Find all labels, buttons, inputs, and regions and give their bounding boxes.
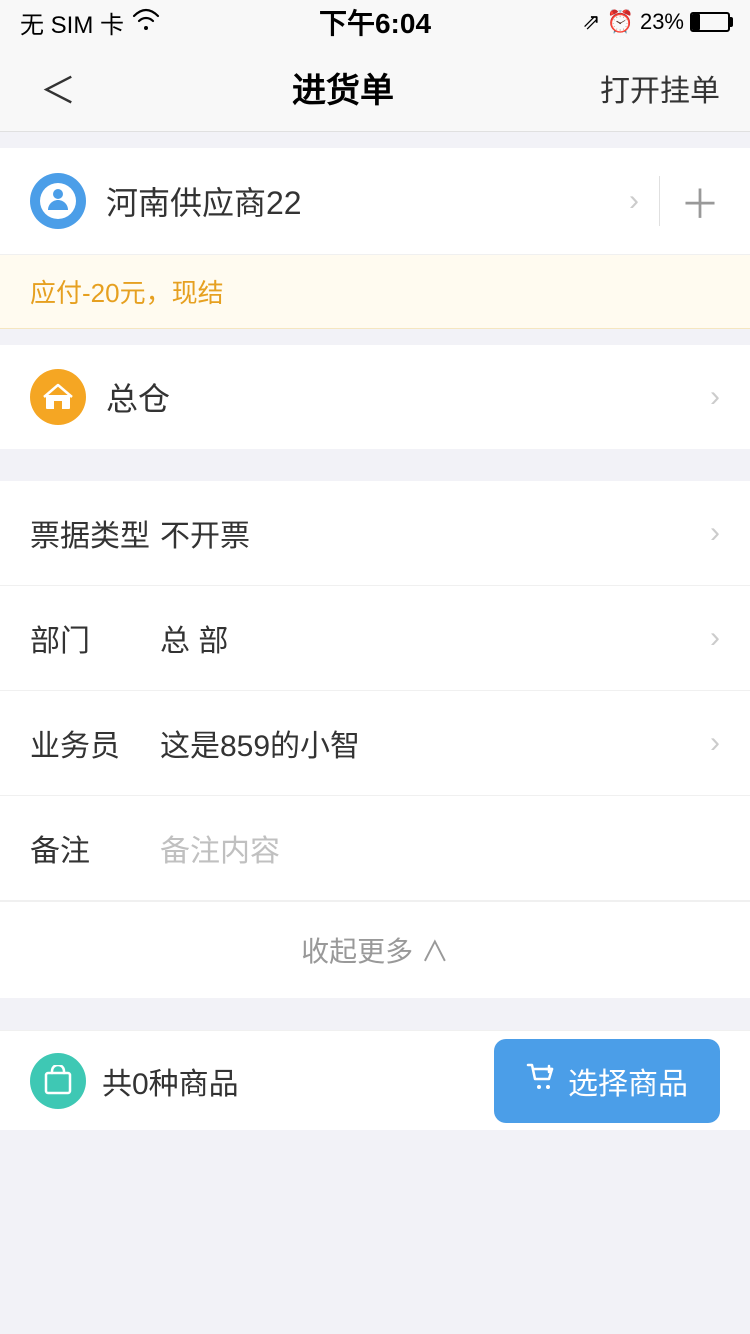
battery-bar	[690, 12, 730, 32]
product-count-icon	[30, 1053, 86, 1109]
supplier-divider	[659, 176, 660, 226]
supplier-section: 河南供应商22 › ＋ 应付-20元，现结	[0, 148, 750, 329]
collapse-label: 收起更多 ∧	[301, 930, 449, 970]
separator-1	[0, 132, 750, 148]
status-left: 无 SIM 卡	[20, 5, 160, 40]
invoice-type-chevron-icon: ›	[710, 516, 720, 550]
supplier-row[interactable]: 河南供应商22 › ＋	[0, 148, 750, 255]
warehouse-icon	[30, 369, 86, 425]
supplier-avatar	[30, 173, 86, 229]
product-count-label: 共0种商品	[102, 1059, 239, 1103]
battery-label: 23%	[640, 9, 684, 35]
salesperson-label: 业务员	[30, 721, 160, 765]
separator-4	[0, 998, 750, 1014]
alarm-icon: ⏰	[607, 9, 634, 35]
department-chevron-icon: ›	[710, 621, 720, 655]
wifi-icon	[132, 8, 160, 36]
warehouse-label: 总仓	[106, 374, 710, 420]
location-icon: ⇗	[582, 9, 600, 35]
form-section: 票据类型 不开票 › 部门 总 部 › 业务员 这是859的小智 › 备注 备注…	[0, 481, 750, 998]
invoice-type-value: 不开票	[160, 511, 710, 555]
battery-fill	[692, 14, 700, 30]
warehouse-row[interactable]: 总仓 ›	[0, 345, 750, 449]
salesperson-chevron-icon: ›	[710, 726, 720, 760]
back-button[interactable]: ＜	[30, 52, 86, 124]
invoice-type-label: 票据类型	[30, 511, 160, 555]
remarks-input[interactable]: 备注内容	[160, 826, 720, 870]
bottom-bar: 共0种商品 选择商品	[0, 1030, 750, 1130]
separator-3	[0, 449, 750, 465]
invoice-type-row[interactable]: 票据类型 不开票 ›	[0, 481, 750, 586]
open-pending-button[interactable]: 打开挂单	[600, 66, 720, 110]
supplier-name: 河南供应商22	[106, 178, 629, 224]
warehouse-chevron-icon: ›	[710, 380, 720, 414]
status-time: 下午6:04	[319, 2, 431, 42]
person-icon	[44, 184, 72, 219]
department-value: 总 部	[160, 616, 710, 660]
carrier-label: 无 SIM 卡	[20, 5, 124, 40]
notice-text: 应付-20元，现结	[30, 278, 224, 308]
add-button[interactable]: ＋	[680, 172, 720, 230]
page-container: 无 SIM 卡 下午6:04 ⇗ ⏰ 23% ＜ 进货单 打开挂单	[0, 0, 750, 1334]
nav-title: 进货单	[292, 63, 394, 112]
status-right: ⇗ ⏰ 23%	[582, 9, 730, 35]
cart-icon	[526, 1063, 558, 1099]
select-product-label: 选择商品	[568, 1059, 688, 1103]
bottom-left: 共0种商品	[30, 1053, 239, 1109]
salesperson-value: 这是859的小智	[160, 721, 710, 765]
nav-bar: ＜ 进货单 打开挂单	[0, 44, 750, 132]
supplier-chevron-icon: ›	[629, 184, 639, 218]
select-product-button[interactable]: 选择商品	[494, 1039, 720, 1123]
department-label: 部门	[30, 616, 160, 660]
remarks-row[interactable]: 备注 备注内容	[0, 796, 750, 901]
warehouse-section: 总仓 ›	[0, 345, 750, 449]
collapse-button[interactable]: 收起更多 ∧	[0, 901, 750, 998]
status-bar: 无 SIM 卡 下午6:04 ⇗ ⏰ 23%	[0, 0, 750, 44]
salesperson-row[interactable]: 业务员 这是859的小智 ›	[0, 691, 750, 796]
separator-2	[0, 329, 750, 345]
avatar-inner	[40, 183, 76, 219]
remarks-label: 备注	[30, 826, 160, 870]
department-row[interactable]: 部门 总 部 ›	[0, 586, 750, 691]
notice-bar: 应付-20元，现结	[0, 255, 750, 329]
